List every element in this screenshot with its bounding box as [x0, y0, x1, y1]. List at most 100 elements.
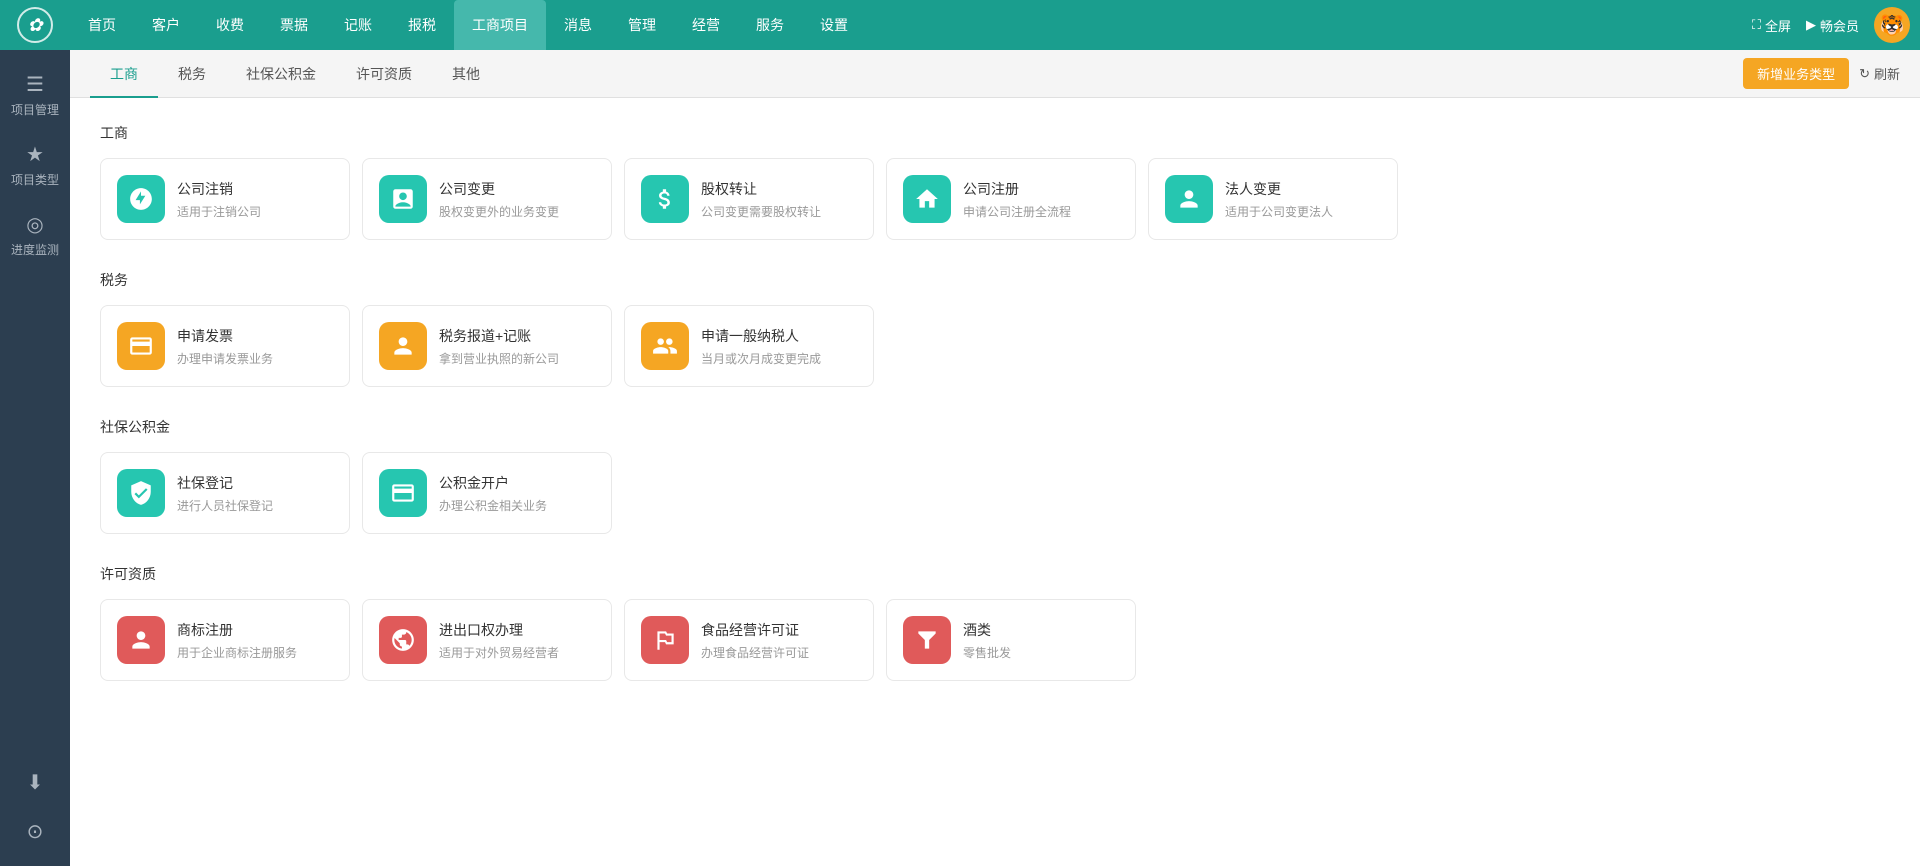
- card-icon-social-insurance: [117, 469, 165, 517]
- card-icon-tax-report: [379, 322, 427, 370]
- nav-items: 首页客户收费票据记账报税工商项目消息管理经营服务设置: [70, 0, 1752, 50]
- card-info-import-export: 进出口权办理 适用于对外贸易经营者: [439, 620, 559, 661]
- card-grid-shuiwu: 申请发票 办理申请发票业务 税务报道+记账 拿到营业执照的新公司: [100, 305, 1890, 387]
- section-title-shebao: 社保公积金: [100, 417, 1890, 437]
- play-icon: ▶: [1806, 17, 1816, 33]
- card-title-import-export: 进出口权办理: [439, 620, 559, 640]
- tab-xuke[interactable]: 许可资质: [336, 50, 432, 98]
- sidebar-label-progress: 进度监测: [11, 241, 59, 258]
- card-icon-apply-invoice: [117, 322, 165, 370]
- nav-item-票据[interactable]: 票据: [262, 0, 326, 50]
- fullscreen-label: 全屏: [1765, 16, 1791, 35]
- card-info-company-cancel: 公司注销 适用于注销公司: [177, 179, 261, 220]
- card-alcohol[interactable]: 酒类 零售批发: [886, 599, 1136, 681]
- card-desc-equity-transfer: 公司变更需要股权转让: [701, 203, 821, 220]
- card-icon-alcohol: [903, 616, 951, 664]
- tab-gongshang[interactable]: 工商: [90, 50, 158, 98]
- tab-bar-right: 新增业务类型 ↻ 刷新: [1743, 58, 1900, 89]
- section-title-shuiwu: 税务: [100, 270, 1890, 290]
- card-icon-food-license: [641, 616, 689, 664]
- tab-shuiwu[interactable]: 税务: [158, 50, 226, 98]
- fullscreen-icon: ⛶: [1752, 17, 1761, 33]
- card-desc-alcohol: 零售批发: [963, 644, 1011, 661]
- card-food-license[interactable]: 食品经营许可证 办理食品经营许可证: [624, 599, 874, 681]
- refresh-button[interactable]: ↻ 刷新: [1859, 64, 1900, 83]
- card-icon-equity-transfer: [641, 175, 689, 223]
- card-apply-invoice[interactable]: 申请发票 办理申请发票业务: [100, 305, 350, 387]
- nav-item-管理[interactable]: 管理: [610, 0, 674, 50]
- card-import-export[interactable]: 进出口权办理 适用于对外贸易经营者: [362, 599, 612, 681]
- add-type-button[interactable]: 新增业务类型: [1743, 58, 1849, 89]
- card-company-change[interactable]: 公司变更 股权变更外的业务变更: [362, 158, 612, 240]
- sidebar: ☰ 项目管理 ★ 项目类型 ◎ 进度监测 ⬇ ⊙: [0, 50, 70, 866]
- card-title-food-license: 食品经营许可证: [701, 620, 809, 640]
- logo: ✿: [10, 7, 60, 43]
- sidebar-item-project-type[interactable]: ★ 项目类型: [0, 130, 70, 200]
- card-legal-change[interactable]: 法人变更 适用于公司变更法人: [1148, 158, 1398, 240]
- sidebar-item-progress[interactable]: ◎ 进度监测: [0, 200, 70, 270]
- card-title-social-insurance: 社保登记: [177, 473, 273, 493]
- nav-item-服务[interactable]: 服务: [738, 0, 802, 50]
- card-grid-gongshang: 公司注销 适用于注销公司 公司变更 股权变更外的业务变更: [100, 158, 1890, 240]
- card-company-register[interactable]: 公司注册 申请公司注册全流程: [886, 158, 1136, 240]
- card-desc-general-taxpayer: 当月或次月成变更完成: [701, 350, 821, 367]
- tab-shebao[interactable]: 社保公积金: [226, 50, 336, 98]
- nav-item-客户[interactable]: 客户: [134, 0, 198, 50]
- section-title-gongshang: 工商: [100, 123, 1890, 143]
- main-layout: ☰ 项目管理 ★ 项目类型 ◎ 进度监测 ⬇ ⊙ 工商 税务 社保公积金 许可资…: [0, 50, 1920, 866]
- card-desc-company-cancel: 适用于注销公司: [177, 203, 261, 220]
- avatar[interactable]: 🐯: [1874, 7, 1910, 43]
- logo-icon: ✿: [17, 7, 53, 43]
- card-title-equity-transfer: 股权转让: [701, 179, 821, 199]
- card-grid-shebao: 社保登记 进行人员社保登记 公积金开户 办理公积金相关业务: [100, 452, 1890, 534]
- card-icon-import-export: [379, 616, 427, 664]
- nav-item-收费[interactable]: 收费: [198, 0, 262, 50]
- card-info-food-license: 食品经营许可证 办理食品经营许可证: [701, 620, 809, 661]
- card-provident-fund[interactable]: 公积金开户 办理公积金相关业务: [362, 452, 612, 534]
- card-title-trademark: 商标注册: [177, 620, 297, 640]
- card-title-legal-change: 法人变更: [1225, 179, 1333, 199]
- sidebar-item-settings[interactable]: ⊙: [27, 807, 44, 856]
- refresh-label: 刷新: [1874, 64, 1900, 83]
- card-trademark[interactable]: 商标注册 用于企业商标注册服务: [100, 599, 350, 681]
- nav-item-报税[interactable]: 报税: [390, 0, 454, 50]
- nav-item-经营[interactable]: 经营: [674, 0, 738, 50]
- card-info-general-taxpayer: 申请一般纳税人 当月或次月成变更完成: [701, 326, 821, 367]
- card-desc-legal-change: 适用于公司变更法人: [1225, 203, 1333, 220]
- nav-item-记账[interactable]: 记账: [326, 0, 390, 50]
- sidebar-item-download[interactable]: ⬇: [27, 758, 44, 807]
- member-button[interactable]: ▶ 畅会员: [1806, 16, 1859, 35]
- card-info-company-change: 公司变更 股权变更外的业务变更: [439, 179, 559, 220]
- nav-item-首页[interactable]: 首页: [70, 0, 134, 50]
- card-social-insurance[interactable]: 社保登记 进行人员社保登记: [100, 452, 350, 534]
- card-desc-trademark: 用于企业商标注册服务: [177, 644, 297, 661]
- card-title-provident-fund: 公积金开户: [439, 473, 547, 493]
- list-icon: ☰: [26, 72, 44, 97]
- location-icon: ⊙: [27, 819, 44, 844]
- section-title-xuke: 许可资质: [100, 564, 1890, 584]
- card-icon-trademark: [117, 616, 165, 664]
- card-company-cancel[interactable]: 公司注销 适用于注销公司: [100, 158, 350, 240]
- card-info-alcohol: 酒类 零售批发: [963, 620, 1011, 661]
- card-icon-company-register: [903, 175, 951, 223]
- tab-other[interactable]: 其他: [432, 50, 500, 98]
- card-title-company-register: 公司注册: [963, 179, 1071, 199]
- card-tax-report[interactable]: 税务报道+记账 拿到营业执照的新公司: [362, 305, 612, 387]
- card-equity-transfer[interactable]: 股权转让 公司变更需要股权转让: [624, 158, 874, 240]
- nav-item-设置[interactable]: 设置: [802, 0, 866, 50]
- sidebar-item-project-manage[interactable]: ☰ 项目管理: [0, 60, 70, 130]
- card-desc-provident-fund: 办理公积金相关业务: [439, 497, 547, 514]
- card-icon-general-taxpayer: [641, 322, 689, 370]
- card-desc-company-register: 申请公司注册全流程: [963, 203, 1071, 220]
- card-desc-social-insurance: 进行人员社保登记: [177, 497, 273, 514]
- sidebar-bottom: ⬇ ⊙: [27, 758, 44, 866]
- scroll-content: 工商 公司注销 适用于注销公司 公司变更: [70, 98, 1920, 866]
- download-icon: ⬇: [27, 770, 44, 795]
- card-title-company-cancel: 公司注销: [177, 179, 261, 199]
- card-info-legal-change: 法人变更 适用于公司变更法人: [1225, 179, 1333, 220]
- nav-item-消息[interactable]: 消息: [546, 0, 610, 50]
- card-general-taxpayer[interactable]: 申请一般纳税人 当月或次月成变更完成: [624, 305, 874, 387]
- nav-item-工商项目[interactable]: 工商项目: [454, 0, 546, 50]
- star-icon: ★: [26, 142, 44, 167]
- fullscreen-button[interactable]: ⛶ 全屏: [1752, 16, 1791, 35]
